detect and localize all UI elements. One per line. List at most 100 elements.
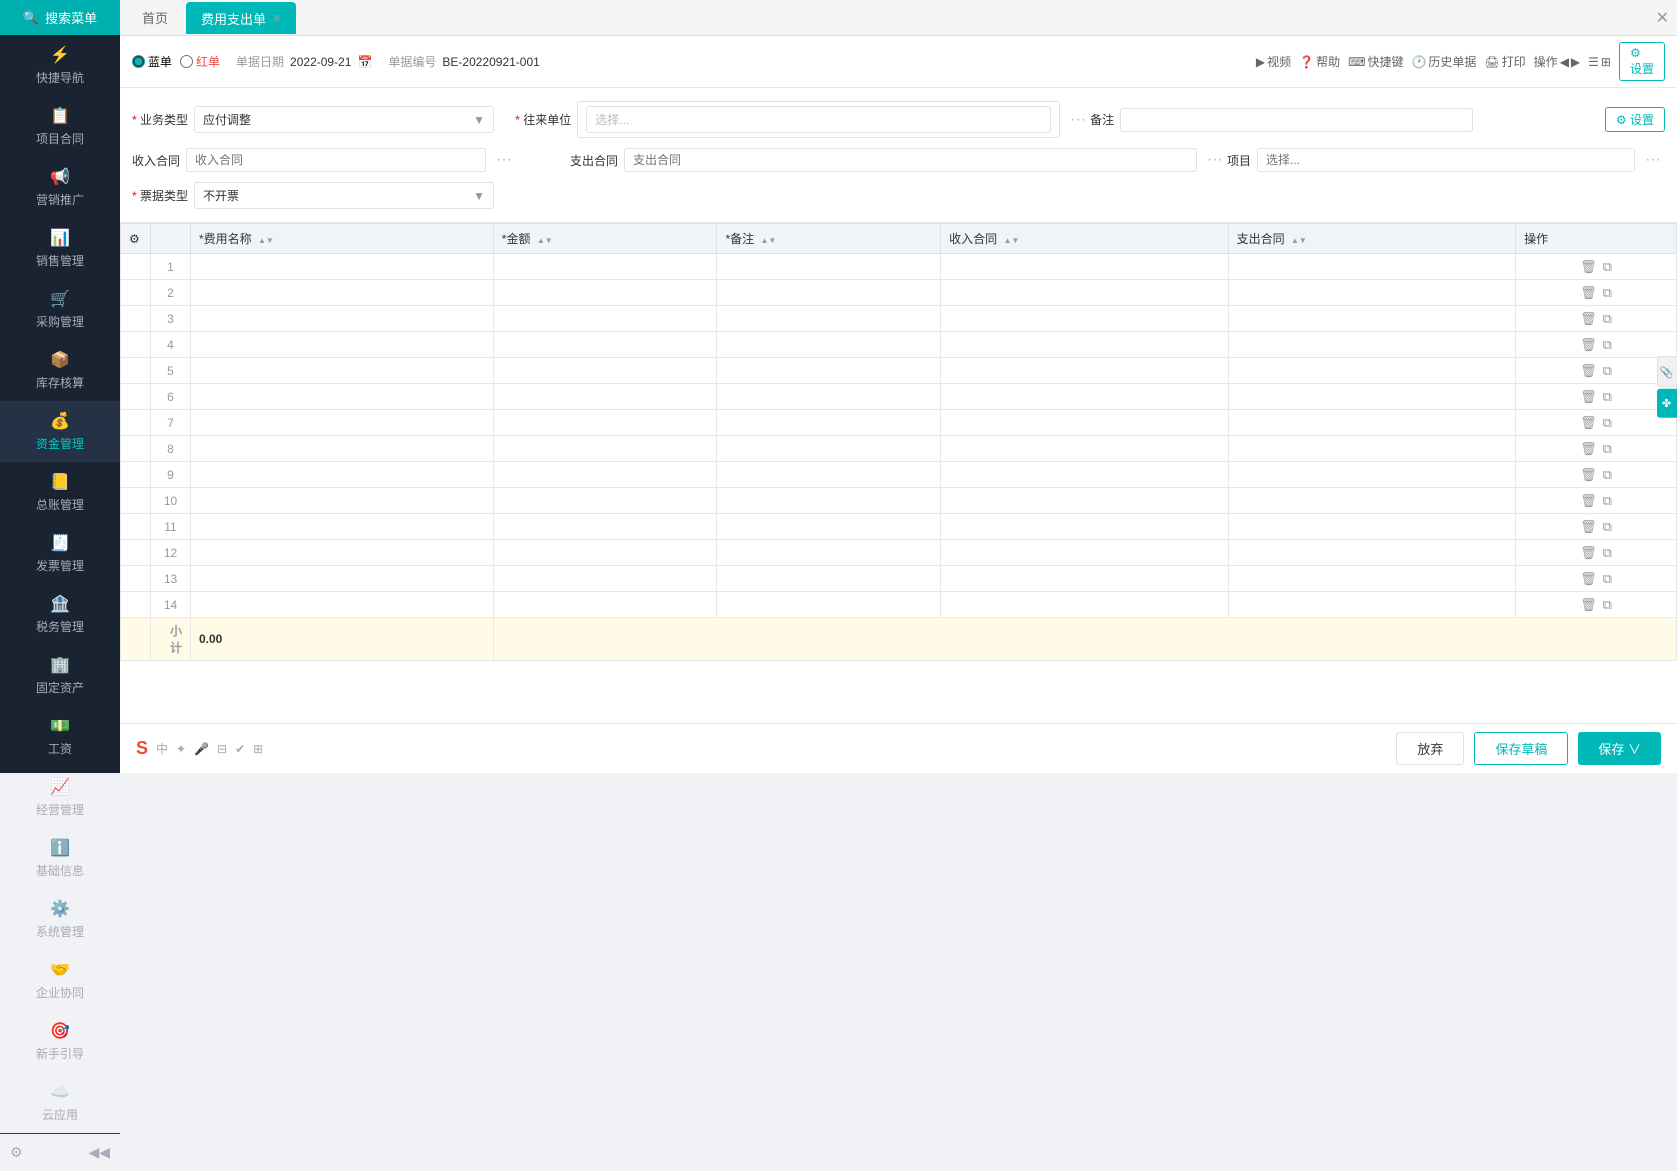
- expense-name-cell[interactable]: [191, 254, 494, 280]
- expense-name-cell[interactable]: [191, 592, 494, 618]
- expense-contract-input[interactable]: [624, 148, 1197, 172]
- tab-home[interactable]: 首页: [128, 2, 182, 33]
- col-income-contract[interactable]: 收入合同 ▲▼: [941, 224, 1228, 254]
- copy-row-icon[interactable]: ⧉: [1603, 311, 1612, 327]
- amount-cell[interactable]: [493, 462, 717, 488]
- remark-cell[interactable]: [717, 332, 941, 358]
- project-input[interactable]: [1257, 148, 1635, 172]
- copy-row-icon[interactable]: ⧉: [1603, 285, 1612, 301]
- remark-cell[interactable]: [717, 254, 941, 280]
- expense-contract-cell[interactable]: [1228, 254, 1515, 280]
- sidebar-item-ledger[interactable]: 📒 总账管理: [0, 462, 120, 523]
- delete-row-icon[interactable]: 🗑: [1580, 311, 1597, 327]
- remark-cell[interactable]: [717, 488, 941, 514]
- income-contract-cell[interactable]: [941, 280, 1228, 306]
- delete-row-icon[interactable]: 🗑: [1580, 467, 1597, 483]
- income-contract-cell[interactable]: [941, 592, 1228, 618]
- income-contract-cell[interactable]: [941, 254, 1228, 280]
- save-draft-button[interactable]: 保存草稿: [1474, 732, 1568, 765]
- delete-row-icon[interactable]: 🗑: [1580, 259, 1597, 275]
- income-contract-cell[interactable]: [941, 358, 1228, 384]
- delete-row-icon[interactable]: 🗑: [1580, 389, 1597, 405]
- amount-cell[interactable]: [493, 280, 717, 306]
- tab-close-icon[interactable]: ✕: [272, 12, 281, 25]
- amount-cell[interactable]: [493, 254, 717, 280]
- remark-input[interactable]: [1120, 108, 1473, 132]
- expense-contract-cell[interactable]: [1228, 462, 1515, 488]
- grid-view-icon[interactable]: ⊞: [1601, 55, 1611, 69]
- col-amount[interactable]: *金额 ▲▼: [493, 224, 717, 254]
- delete-row-icon[interactable]: 🗑: [1580, 337, 1597, 353]
- expense-name-cell[interactable]: [191, 488, 494, 514]
- delete-row-icon[interactable]: 🗑: [1580, 441, 1597, 457]
- expense-contract-cell[interactable]: [1228, 566, 1515, 592]
- sidebar-item-sys-mgmt[interactable]: ⚙️ 系统管理: [0, 889, 120, 950]
- remark-cell[interactable]: [717, 436, 941, 462]
- expense-contract-cell[interactable]: [1228, 592, 1515, 618]
- sidebar-item-cloud-app[interactable]: ☁️ 云应用: [0, 1072, 120, 1133]
- volume-icon[interactable]: ◀◀: [88, 1144, 110, 1161]
- expense-contract-cell[interactable]: [1228, 410, 1515, 436]
- delete-row-icon[interactable]: 🗑: [1580, 415, 1597, 431]
- expense-contract-cell[interactable]: [1228, 514, 1515, 540]
- expense-contract-cell[interactable]: [1228, 332, 1515, 358]
- amount-cell[interactable]: [493, 332, 717, 358]
- sidebar-item-basic-info[interactable]: ℹ️ 基础信息: [0, 828, 120, 889]
- settings-button[interactable]: ⚙ 设置: [1619, 42, 1665, 81]
- remark-cell[interactable]: [717, 592, 941, 618]
- income-contract-cell[interactable]: [941, 384, 1228, 410]
- delete-row-icon[interactable]: 🗑: [1580, 285, 1597, 301]
- copy-row-icon[interactable]: ⧉: [1603, 259, 1612, 275]
- income-contract-cell[interactable]: [941, 488, 1228, 514]
- expense-contract-cell[interactable]: [1228, 488, 1515, 514]
- amount-cell[interactable]: [493, 488, 717, 514]
- amount-cell[interactable]: [493, 410, 717, 436]
- save-button[interactable]: 保存 ∨: [1578, 732, 1661, 765]
- expense-name-cell[interactable]: [191, 384, 494, 410]
- delete-row-icon[interactable]: 🗑: [1580, 545, 1597, 561]
- remark-cell[interactable]: [717, 462, 941, 488]
- delete-row-icon[interactable]: 🗑: [1580, 363, 1597, 379]
- remark-cell[interactable]: [717, 384, 941, 410]
- discard-button[interactable]: 放弃: [1396, 732, 1464, 765]
- col-remark[interactable]: *备注 ▲▼: [717, 224, 941, 254]
- copy-row-icon[interactable]: ⧉: [1603, 441, 1612, 457]
- income-contract-cell[interactable]: [941, 306, 1228, 332]
- remark-cell[interactable]: [717, 540, 941, 566]
- print-btn[interactable]: 🖨 打印: [1484, 53, 1525, 70]
- expense-contract-cell[interactable]: [1228, 384, 1515, 410]
- sidebar-item-capital[interactable]: 💰 资金管理: [0, 401, 120, 462]
- expense-contract-cell[interactable]: [1228, 436, 1515, 462]
- form-settings-button[interactable]: ⚙ 设置: [1605, 107, 1665, 132]
- remark-cell[interactable]: [717, 306, 941, 332]
- remark-cell[interactable]: [717, 280, 941, 306]
- col-settings[interactable]: ⚙: [121, 224, 151, 254]
- expense-name-cell[interactable]: [191, 280, 494, 306]
- view-video-btn[interactable]: ▶ 视频: [1256, 53, 1291, 70]
- income-contract-cell[interactable]: [941, 514, 1228, 540]
- remark-cell[interactable]: [717, 514, 941, 540]
- calendar-icon[interactable]: 📅: [357, 55, 372, 69]
- copy-row-icon[interactable]: ⧉: [1603, 545, 1612, 561]
- sidebar-item-payroll[interactable]: 💵 工资: [0, 706, 120, 767]
- edge-clip-icon[interactable]: 📎: [1657, 355, 1677, 386]
- counterpart-more-icon[interactable]: ···: [1066, 111, 1090, 129]
- expense-name-cell[interactable]: [191, 358, 494, 384]
- sidebar-item-project-contract[interactable]: 📋 项目合同: [0, 96, 120, 157]
- copy-row-icon[interactable]: ⧉: [1603, 363, 1612, 379]
- income-contract-cell[interactable]: [941, 462, 1228, 488]
- sidebar-item-fixed-assets[interactable]: 🏢 固定资产: [0, 645, 120, 706]
- sidebar-item-biz-mgmt[interactable]: 📈 经营管理: [0, 767, 120, 828]
- expense-name-cell[interactable]: [191, 540, 494, 566]
- expense-contract-cell[interactable]: [1228, 358, 1515, 384]
- sidebar-item-invoice[interactable]: 🧾 发票管理: [0, 523, 120, 584]
- amount-cell[interactable]: [493, 566, 717, 592]
- amount-cell[interactable]: [493, 436, 717, 462]
- income-contract-more-icon[interactable]: ···: [492, 151, 516, 169]
- income-contract-cell[interactable]: [941, 566, 1228, 592]
- expense-name-cell[interactable]: [191, 332, 494, 358]
- expense-name-cell[interactable]: [191, 462, 494, 488]
- delete-row-icon[interactable]: 🗑: [1580, 519, 1597, 535]
- delete-row-icon[interactable]: 🗑: [1580, 571, 1597, 587]
- copy-row-icon[interactable]: ⧉: [1603, 389, 1612, 405]
